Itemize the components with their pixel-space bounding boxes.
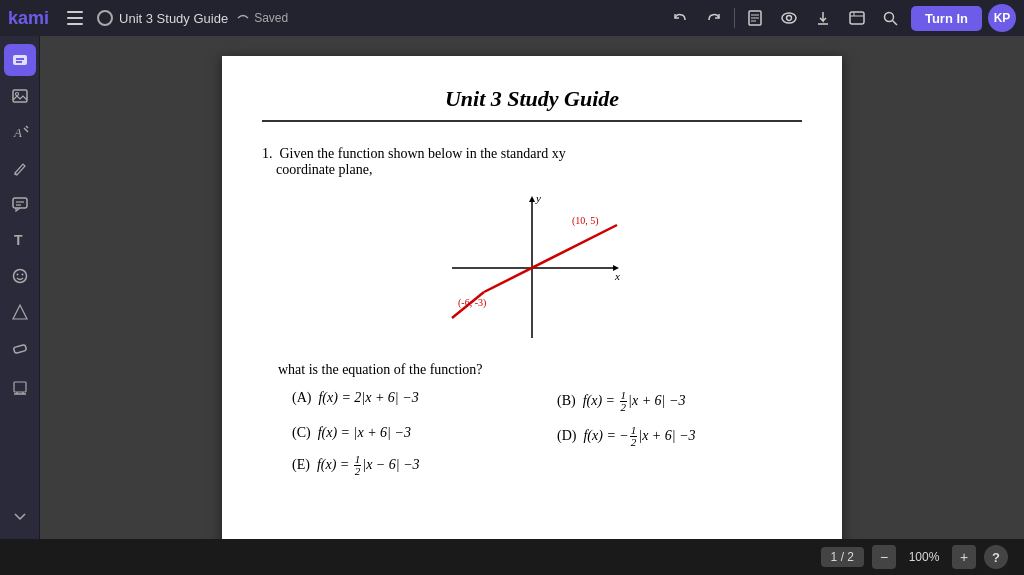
zoom-out-button[interactable]: − — [872, 545, 896, 569]
topbar: kami Unit 3 Study Guide Saved — [0, 0, 1024, 36]
choice-d: (D) f(x) = −12|x + 6| −3 — [557, 425, 802, 448]
document-title: Unit 3 Study Guide — [262, 86, 802, 122]
svg-text:(10, 5): (10, 5) — [572, 215, 599, 227]
svg-line-44 — [484, 225, 617, 292]
turn-in-button[interactable]: Turn In — [911, 6, 982, 31]
document-page-1: Unit 3 Study Guide 1. Given the function… — [222, 56, 842, 539]
svg-point-30 — [21, 274, 23, 276]
bottombar: 1 / 2 − 100% + ? — [0, 539, 1024, 575]
main-area: A T — [0, 36, 1024, 539]
download-button[interactable] — [809, 4, 837, 32]
undo-button[interactable] — [666, 4, 694, 32]
question-1: 1. Given the function shown below in the… — [262, 146, 802, 477]
zoom-in-button[interactable]: + — [952, 545, 976, 569]
svg-rect-32 — [13, 345, 26, 354]
left-sidebar: A T — [0, 36, 40, 539]
svg-marker-39 — [529, 196, 535, 202]
document-button[interactable] — [741, 4, 769, 32]
sidebar-item-emoji[interactable] — [4, 260, 36, 292]
page-counter: 1 / 2 — [821, 547, 864, 567]
kami-logo: kami — [8, 8, 49, 29]
zoom-level: 100% — [904, 550, 944, 564]
svg-text:(-6, -3): (-6, -3) — [458, 297, 486, 309]
help-button[interactable]: ? — [984, 545, 1008, 569]
class-button[interactable] — [843, 4, 871, 32]
svg-point-13 — [885, 12, 894, 21]
svg-rect-24 — [13, 198, 27, 208]
svg-rect-33 — [14, 382, 26, 392]
svg-rect-1 — [67, 17, 83, 19]
svg-point-29 — [16, 274, 18, 276]
svg-text:T: T — [14, 232, 23, 248]
sidebar-item-comment[interactable] — [4, 188, 36, 220]
q1-question: what is the equation of the function? — [278, 362, 802, 378]
redo-button[interactable] — [700, 4, 728, 32]
saved-label: Saved — [254, 11, 288, 25]
topbar-divider — [734, 8, 735, 28]
content-area: Unit 3 Study Guide 1. Given the function… — [40, 36, 1024, 539]
choice-b: (B) f(x) = 12|x + 6| −3 — [557, 390, 802, 413]
doc-title-text: Unit 3 Study Guide — [119, 11, 228, 26]
svg-text:A: A — [13, 125, 22, 140]
sidebar-item-image[interactable] — [4, 80, 36, 112]
svg-point-28 — [13, 270, 26, 283]
sidebar-item-eraser[interactable] — [4, 332, 36, 364]
page-total: 2 — [847, 550, 854, 564]
q1-text: 1. Given the function shown below in the… — [262, 146, 802, 178]
sidebar-item-highlight[interactable] — [4, 44, 36, 76]
svg-point-19 — [15, 93, 18, 96]
sidebar-item-stamp[interactable] — [4, 372, 36, 404]
search-button[interactable] — [877, 4, 905, 32]
saved-indicator: Saved — [236, 11, 288, 25]
sidebar-item-shapes[interactable] — [4, 296, 36, 328]
q1-graph: y x — [262, 188, 802, 348]
svg-rect-0 — [67, 11, 83, 13]
svg-rect-10 — [850, 12, 864, 24]
topbar-right: Turn In KP — [666, 4, 1016, 32]
svg-point-7 — [782, 13, 796, 23]
sidebar-toggle-button[interactable] — [61, 4, 89, 32]
choice-e: (E) f(x) = 12|x − 6| −3 — [292, 454, 802, 477]
sidebar-item-text-annotate[interactable]: A — [4, 116, 36, 148]
svg-rect-18 — [13, 90, 27, 102]
q1-answer-choices: (A) f(x) = 2|x + 6| −3 (B) f(x) = 12|x +… — [292, 390, 802, 448]
svg-line-14 — [893, 20, 898, 25]
svg-rect-2 — [67, 23, 83, 25]
page-current: 1 — [831, 550, 838, 564]
doc-title-area: Unit 3 Study Guide — [97, 10, 228, 26]
svg-line-22 — [26, 126, 28, 128]
svg-point-8 — [786, 16, 791, 21]
svg-text:x: x — [614, 270, 620, 282]
sidebar-item-expand[interactable] — [4, 499, 36, 531]
sidebar-item-text[interactable]: T — [4, 224, 36, 256]
doc-status-icon — [97, 10, 113, 26]
sidebar-item-pen[interactable] — [4, 152, 36, 184]
svg-text:y: y — [535, 192, 541, 204]
svg-marker-31 — [13, 305, 27, 319]
choice-a: (A) f(x) = 2|x + 6| −3 — [292, 390, 537, 413]
svg-line-21 — [24, 128, 28, 132]
choice-c: (C) f(x) = |x + 6| −3 — [292, 425, 537, 448]
view-button[interactable] — [775, 4, 803, 32]
user-avatar[interactable]: KP — [988, 4, 1016, 32]
